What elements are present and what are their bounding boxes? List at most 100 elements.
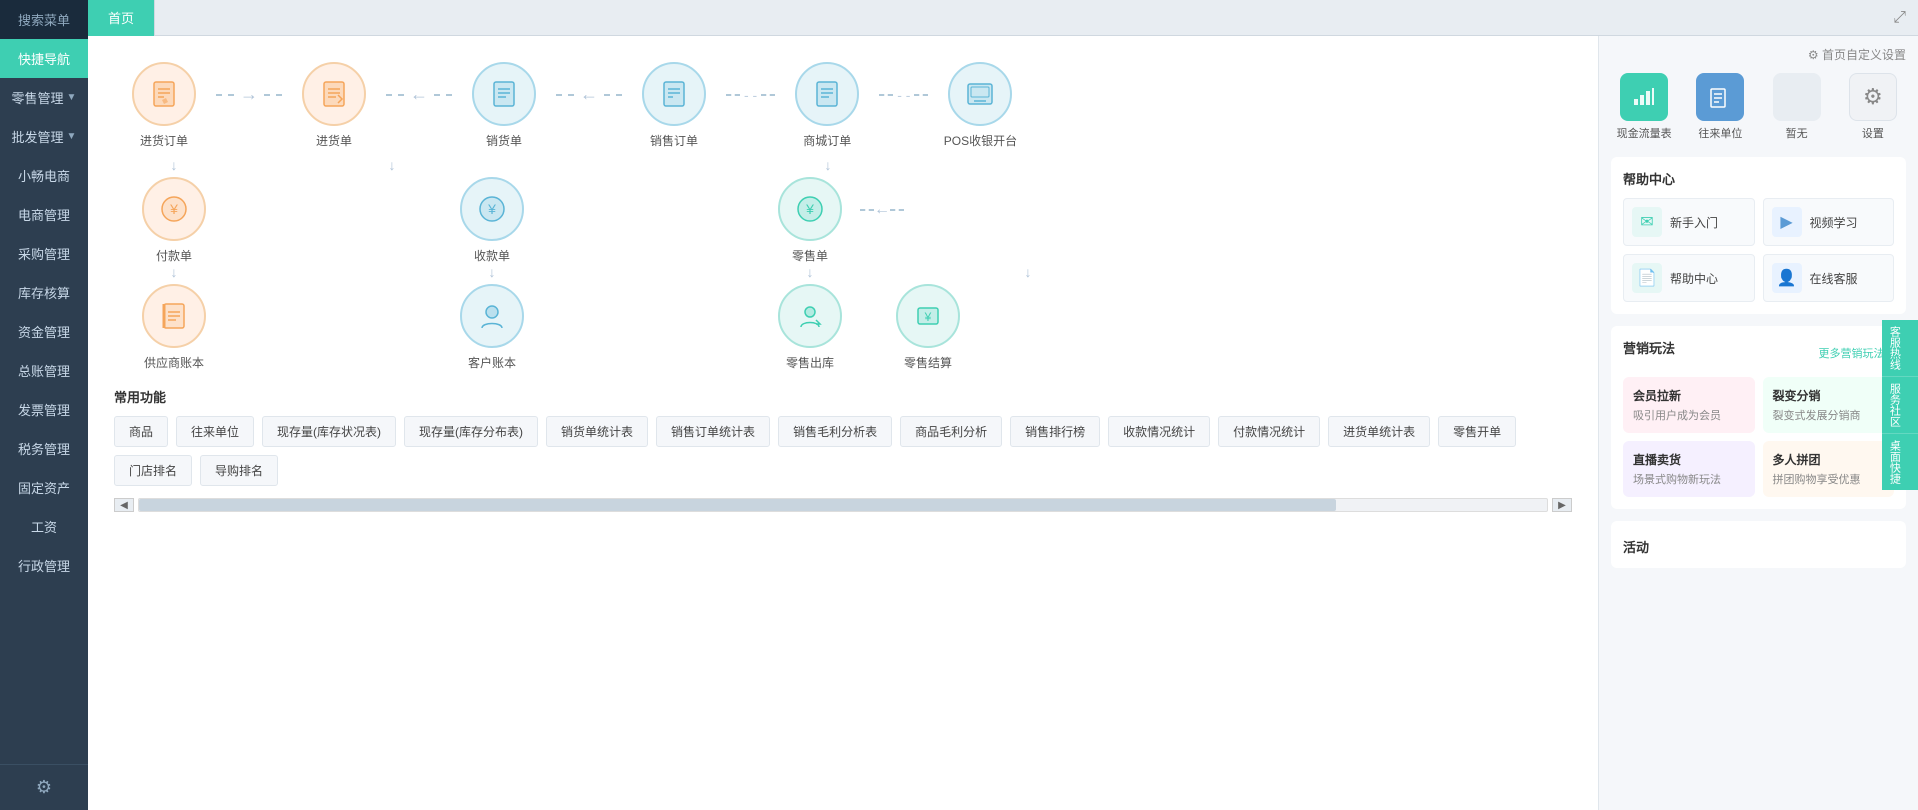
btn-stock-dist[interactable]: 现存量(库存分布表) [404,416,538,447]
settings-icon[interactable]: ⚙ [0,765,88,810]
sidebar-item-nav[interactable]: 快捷导航 [0,39,88,78]
help-item-beginner[interactable]: ✉ 新手入门 [1623,198,1755,246]
sidebar-item-ecom[interactable]: 小畅电商 [0,156,88,195]
flow-node-purchase[interactable]: 进货单 [284,62,384,149]
sales-icon [472,62,536,126]
sidebar-tax-label: 税务管理 [18,439,70,458]
flow-node-retail-settle[interactable]: ¥ 零售结算 [878,284,978,371]
float-btn-hotline[interactable]: 客服热线 [1882,320,1918,377]
sidebar-inventory-label: 库存核算 [18,283,70,302]
sidebar-ecom-mgmt-label: 电商管理 [18,205,70,224]
btn-sales-margin[interactable]: 销售毛利分析表 [778,416,892,447]
sidebar-item-ecom-mgmt[interactable]: 电商管理 [0,195,88,234]
sales-label: 销货单 [486,132,522,149]
sidebar-assets-label: 固定资产 [18,478,70,497]
btn-payment-stats[interactable]: 付款情况统计 [1218,416,1320,447]
chevron-down-icon: ▼ [67,131,77,142]
quick-settings[interactable]: ⚙ 设置 [1840,73,1906,141]
sidebar-admin-label: 行政管理 [18,556,70,575]
empty-icon [1773,73,1821,121]
purchase-order-label: 进货订单 [140,132,188,149]
sidebar-finance-label: 资金管理 [18,322,70,341]
float-buttons: 客服热线 服务社区 桌面快捷 [1882,320,1918,490]
marketing-item-group[interactable]: 多人拼团 拼团购物享受优惠 [1763,441,1895,497]
sidebar-item-inventory[interactable]: 库存核算 [0,273,88,312]
maximize-icon[interactable]: ⤢ [1893,9,1918,27]
sidebar-item-tax[interactable]: 税务管理 [0,429,88,468]
sidebar-bottom: ⚙ [0,764,88,810]
btn-store-rank[interactable]: 门店排名 [114,455,192,486]
arrow-right-1: → [240,84,258,127]
float-btn-desktop[interactable]: 桌面快捷 [1882,434,1918,490]
sidebar-search[interactable]: 搜索菜单 [0,0,88,39]
sidebar-item-admin[interactable]: 行政管理 [0,546,88,585]
flow-node-pos[interactable]: POS收银开台 [930,62,1030,149]
quick-empty[interactable]: 暂无 [1764,73,1830,141]
flow-node-retail-out[interactable]: 零售出库 [760,284,860,371]
flow-node-payment[interactable]: ¥ 付款单 [124,177,224,264]
help-grid: ✉ 新手入门 ▶ 视频学习 📄 帮助中心 👤 在线客服 [1623,198,1894,302]
help-item-service[interactable]: 👤 在线客服 [1763,254,1895,302]
btn-receipt-stats[interactable]: 收款情况统计 [1108,416,1210,447]
flow-node-shop-order[interactable]: 商城订单 [777,62,877,149]
btn-units[interactable]: 往来单位 [176,416,254,447]
units-icon [1696,73,1744,121]
cashflow-icon [1620,73,1668,121]
btn-retail-order[interactable]: 零售开单 [1438,416,1516,447]
fission-desc: 裂变式发展分销商 [1773,407,1885,423]
retail-settle-label: 零售结算 [904,354,952,371]
payment-label: 付款单 [156,247,192,264]
receipt-label: 收款单 [474,247,510,264]
sidebar-item-wholesale[interactable]: 批发管理 ▼ [0,117,88,156]
flow-node-supplier-book[interactable]: 供应商账本 [124,284,224,371]
flow-node-customer-book[interactable]: 客户账本 [442,284,542,371]
svg-text:¥: ¥ [487,201,496,217]
video-icon: ▶ [1772,207,1802,237]
sidebar-item-finance[interactable]: 资金管理 [0,312,88,351]
float-btn-community[interactable]: 服务社区 [1882,377,1918,434]
btn-purchase-stats[interactable]: 进货单统计表 [1328,416,1430,447]
sidebar-wholesale-label: 批发管理 [12,127,64,146]
btn-product[interactable]: 商品 [114,416,168,447]
content-area: 进货订单 → [88,36,1918,810]
arrow-left-1: ← [410,84,428,127]
fission-title: 裂变分销 [1773,387,1885,404]
quick-cashflow[interactable]: 现金流量表 [1611,73,1677,141]
scroll-track[interactable] [138,498,1548,512]
sidebar-item-salary[interactable]: 工资 [0,507,88,546]
arrow-left-2: ← [580,84,598,127]
group-desc: 拼团购物享受优惠 [1773,471,1885,487]
quick-icons: 现金流量表 往来单位 暂无 [1611,73,1906,141]
sidebar-retail-label: 零售管理 [12,88,64,107]
sidebar-item-retail[interactable]: 零售管理 ▼ [0,78,88,117]
tab-home[interactable]: 首页 [88,0,155,36]
marketing-item-member[interactable]: 会员拉新 吸引用户成为会员 [1623,377,1755,433]
flow-node-sales-order[interactable]: 销售订单 [624,62,724,149]
btn-order-stats[interactable]: 销售订单统计表 [656,416,770,447]
scroll-bar: ◀ ▶ [114,498,1572,512]
help-item-video[interactable]: ▶ 视频学习 [1763,198,1895,246]
marketing-item-live[interactable]: 直播卖货 场景式购物新玩法 [1623,441,1755,497]
btn-stock-status[interactable]: 现存量(库存状况表) [262,416,396,447]
flow-node-retail-order[interactable]: ¥ 零售单 [760,177,860,264]
video-label: 视频学习 [1810,214,1858,231]
btn-sales-rank[interactable]: 销售排行榜 [1010,416,1100,447]
flow-node-sales[interactable]: 销货单 [454,62,554,149]
shop-order-label: 商城订单 [803,132,851,149]
help-item-help[interactable]: 📄 帮助中心 [1623,254,1755,302]
quick-units[interactable]: 往来单位 [1687,73,1753,141]
sidebar-item-assets[interactable]: 固定资产 [0,468,88,507]
sidebar-invoice-label: 发票管理 [18,400,70,419]
sidebar-item-invoice[interactable]: 发票管理 [0,390,88,429]
sidebar-item-purchase[interactable]: 采购管理 [0,234,88,273]
btn-guide-rank[interactable]: 导购排名 [200,455,278,486]
btn-sales-stats[interactable]: 销货单统计表 [546,416,648,447]
sidebar-item-ledger[interactable]: 总账管理 [0,351,88,390]
marketing-item-fission[interactable]: 裂变分销 裂变式发展分销商 [1763,377,1895,433]
home-customize-btn[interactable]: ⚙ 首页自定义设置 [1611,46,1906,63]
btn-product-margin[interactable]: 商品毛利分析 [900,416,1002,447]
scroll-right-btn[interactable]: ▶ [1552,498,1572,512]
scroll-left-btn[interactable]: ◀ [114,498,134,512]
flow-node-purchase-order[interactable]: 进货订单 [114,62,214,149]
flow-node-receipt[interactable]: ¥ 收款单 [442,177,542,264]
